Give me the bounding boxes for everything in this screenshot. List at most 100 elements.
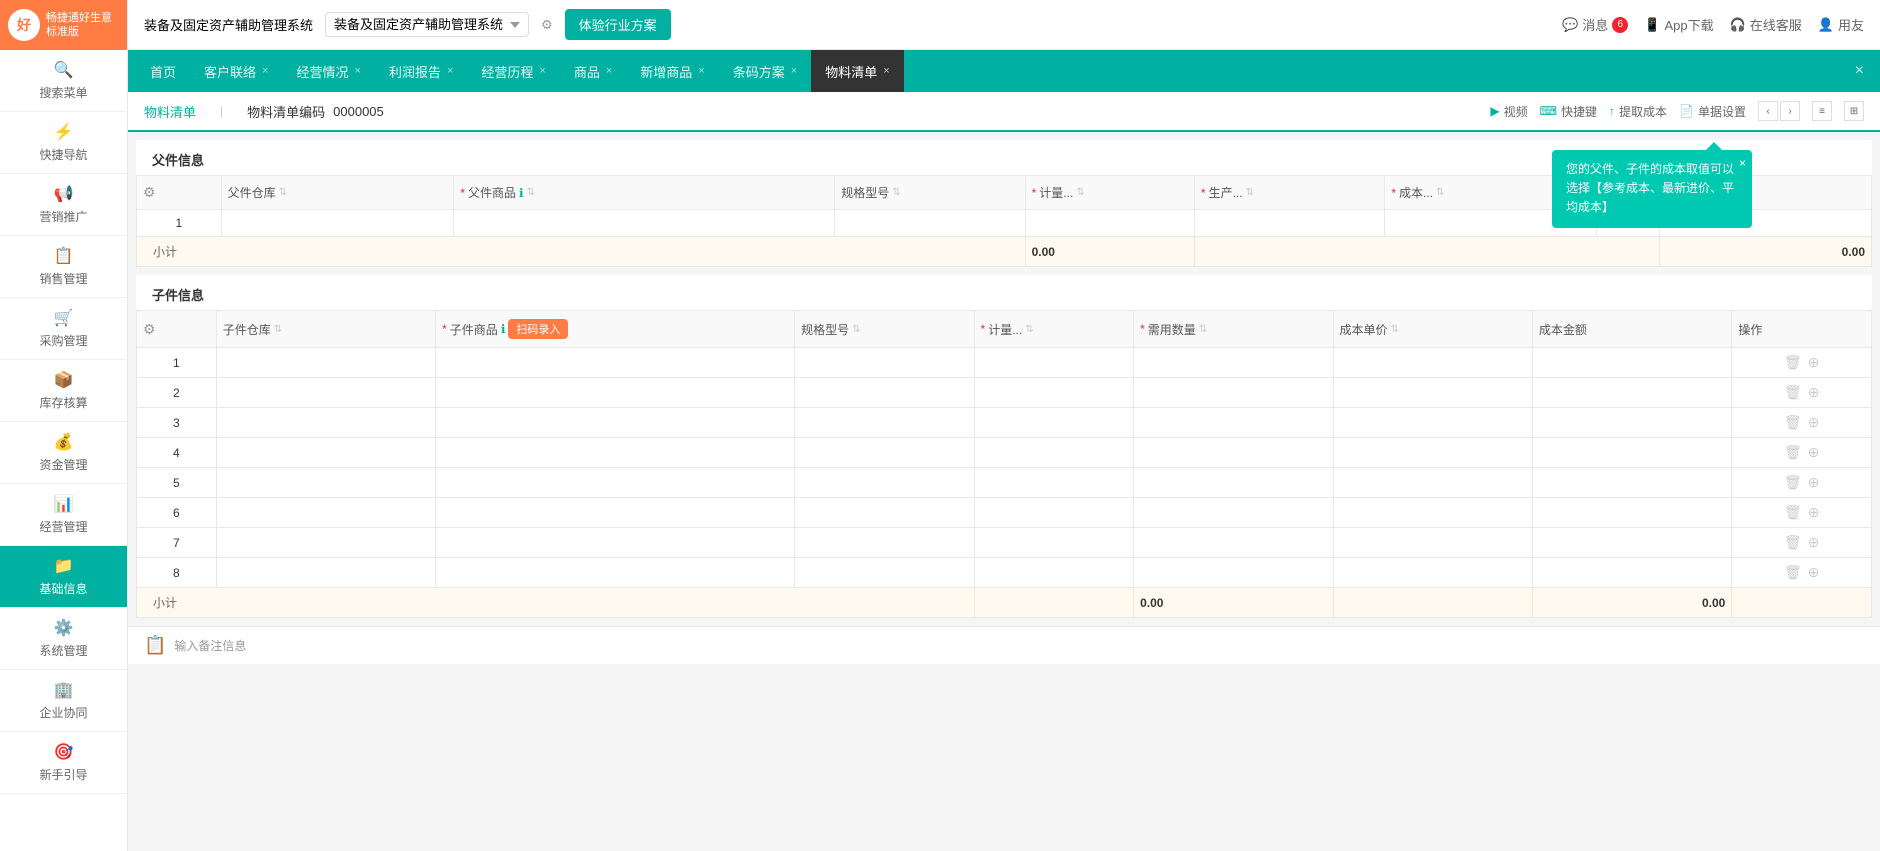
sidebar-item-quick-nav[interactable]: ⚡ 快捷导航 bbox=[0, 112, 127, 174]
parent-warehouse-cell[interactable] bbox=[221, 210, 454, 237]
shortcut-button[interactable]: ⌨ 快捷键 bbox=[1540, 103, 1597, 120]
child-product-cell[interactable] bbox=[436, 438, 795, 468]
delete-icon[interactable]: 🗑 bbox=[1784, 444, 1802, 461]
child-unitcost-cell[interactable] bbox=[1333, 438, 1532, 468]
sidebar-item-system[interactable]: ⚙️ 系统管理 bbox=[0, 608, 127, 670]
list-view-button[interactable]: ⊞ bbox=[1844, 101, 1864, 121]
sidebar-item-search[interactable]: 🔍 搜索菜单 bbox=[0, 50, 127, 112]
th-child-config[interactable]: ⚙ bbox=[137, 311, 217, 348]
grid-view-button[interactable]: ≡ bbox=[1812, 101, 1832, 121]
app-download-item[interactable]: 📱 App下载 bbox=[1644, 15, 1713, 34]
tab-home[interactable]: 首页 bbox=[136, 50, 190, 92]
child-warehouse-cell[interactable] bbox=[216, 468, 435, 498]
child-qty-cell[interactable] bbox=[1134, 468, 1333, 498]
child-unitcost-cell[interactable] bbox=[1333, 528, 1532, 558]
tab-new-product[interactable]: 新增商品 × bbox=[626, 50, 718, 92]
child-product-cell[interactable] bbox=[436, 468, 795, 498]
child-spec-cell[interactable] bbox=[795, 558, 974, 588]
child-qty-cell[interactable] bbox=[1134, 438, 1333, 468]
sidebar-item-basic[interactable]: 📁 基础信息 bbox=[0, 546, 127, 608]
close-icon[interactable]: × bbox=[262, 65, 268, 77]
close-icon[interactable]: × bbox=[539, 65, 545, 77]
prev-arrow[interactable]: ‹ bbox=[1758, 101, 1778, 121]
child-spec-cell[interactable] bbox=[795, 408, 974, 438]
sidebar-item-finance[interactable]: 💰 资金管理 bbox=[0, 422, 127, 484]
bottom-icon[interactable]: 📋 bbox=[144, 635, 166, 656]
delete-icon[interactable]: 🗑 bbox=[1784, 504, 1802, 521]
parent-product-cell[interactable] bbox=[454, 210, 835, 237]
extract-cost-button[interactable]: ↑ 提取成本 bbox=[1609, 103, 1667, 120]
child-qty-cell[interactable] bbox=[1134, 348, 1333, 378]
config-icon[interactable]: ⚙ bbox=[143, 321, 156, 337]
system-selector[interactable]: 装备及固定资产辅助管理系统 bbox=[325, 12, 529, 37]
child-unitcost-cell[interactable] bbox=[1333, 468, 1532, 498]
sidebar-item-purchase[interactable]: 🛒 采购管理 bbox=[0, 298, 127, 360]
child-unit-cell[interactable] bbox=[974, 438, 1134, 468]
child-product-cell[interactable] bbox=[436, 408, 795, 438]
copy-icon[interactable]: ⊕ bbox=[1808, 444, 1820, 461]
child-product-cell[interactable] bbox=[436, 378, 795, 408]
close-icon[interactable]: × bbox=[698, 65, 704, 77]
child-unitcost-cell[interactable] bbox=[1333, 348, 1532, 378]
child-unit-cell[interactable] bbox=[974, 498, 1134, 528]
tab-barcode[interactable]: 条码方案 × bbox=[719, 50, 811, 92]
config-icon[interactable]: ⚙ bbox=[143, 184, 156, 200]
child-unitcost-cell[interactable] bbox=[1333, 408, 1532, 438]
online-service-item[interactable]: 🎧 在线客服 bbox=[1730, 15, 1802, 34]
child-product-cell[interactable] bbox=[436, 558, 795, 588]
sidebar-item-marketing[interactable]: 📢 营销推广 bbox=[0, 174, 127, 236]
child-spec-cell[interactable] bbox=[795, 498, 974, 528]
child-warehouse-cell[interactable] bbox=[216, 558, 435, 588]
tab-customer[interactable]: 客户联络 × bbox=[190, 50, 282, 92]
copy-icon[interactable]: ⊕ bbox=[1808, 504, 1820, 521]
child-unitcost-cell[interactable] bbox=[1333, 558, 1532, 588]
child-warehouse-cell[interactable] bbox=[216, 498, 435, 528]
nav-close-all-button[interactable]: × bbox=[1847, 62, 1872, 80]
delete-icon[interactable]: 🗑 bbox=[1784, 384, 1802, 401]
sidebar-item-guide[interactable]: 🎯 新手引导 bbox=[0, 732, 127, 794]
child-qty-cell[interactable] bbox=[1134, 498, 1333, 528]
delete-icon[interactable]: 🗑 bbox=[1784, 534, 1802, 551]
sidebar-item-operation[interactable]: 📊 经营管理 bbox=[0, 484, 127, 546]
close-icon[interactable]: × bbox=[354, 65, 360, 77]
copy-icon[interactable]: ⊕ bbox=[1808, 414, 1820, 431]
child-unit-cell[interactable] bbox=[974, 528, 1134, 558]
tab-operation-status[interactable]: 经营情况 × bbox=[282, 50, 374, 92]
user-item[interactable]: 👤 用友 bbox=[1818, 15, 1864, 34]
delete-icon[interactable]: 🗑 bbox=[1784, 354, 1802, 371]
close-icon[interactable]: × bbox=[883, 65, 889, 77]
child-warehouse-cell[interactable] bbox=[216, 348, 435, 378]
child-qty-cell[interactable] bbox=[1134, 558, 1333, 588]
child-warehouse-cell[interactable] bbox=[216, 438, 435, 468]
child-warehouse-cell[interactable] bbox=[216, 408, 435, 438]
delete-icon[interactable]: 🗑 bbox=[1784, 414, 1802, 431]
copy-icon[interactable]: ⊕ bbox=[1808, 564, 1820, 581]
child-product-cell[interactable] bbox=[436, 348, 795, 378]
sub-tab-bom-list[interactable]: 物料清单 bbox=[144, 92, 196, 132]
child-unit-cell[interactable] bbox=[974, 378, 1134, 408]
parent-unit-cell[interactable] bbox=[1025, 210, 1194, 237]
child-unitcost-cell[interactable] bbox=[1333, 498, 1532, 528]
child-warehouse-cell[interactable] bbox=[216, 378, 435, 408]
parent-production-cell[interactable] bbox=[1194, 210, 1384, 237]
child-unit-cell[interactable] bbox=[974, 558, 1134, 588]
trial-button[interactable]: 体验行业方案 bbox=[565, 9, 671, 40]
child-spec-cell[interactable] bbox=[795, 378, 974, 408]
message-item[interactable]: 💬 消息 6 bbox=[1562, 15, 1628, 34]
child-spec-cell[interactable] bbox=[795, 468, 974, 498]
sidebar-item-enterprise[interactable]: 🏢 企业协同 bbox=[0, 670, 127, 732]
child-spec-cell[interactable] bbox=[795, 528, 974, 558]
child-unit-cell[interactable] bbox=[974, 408, 1134, 438]
child-qty-cell[interactable] bbox=[1134, 408, 1333, 438]
child-spec-cell[interactable] bbox=[795, 348, 974, 378]
settings-icon[interactable]: ⚙ bbox=[541, 17, 553, 33]
sidebar-item-inventory[interactable]: 📦 库存核算 bbox=[0, 360, 127, 422]
tab-operation-history[interactable]: 经营历程 × bbox=[467, 50, 559, 92]
child-warehouse-cell[interactable] bbox=[216, 528, 435, 558]
child-product-cell[interactable] bbox=[436, 498, 795, 528]
sidebar-item-sales[interactable]: 📋 销售管理 bbox=[0, 236, 127, 298]
single-setting-button[interactable]: 📄 单据设置 bbox=[1679, 103, 1746, 120]
close-icon[interactable]: × bbox=[791, 65, 797, 77]
child-unit-cell[interactable] bbox=[974, 348, 1134, 378]
next-arrow[interactable]: › bbox=[1780, 101, 1800, 121]
